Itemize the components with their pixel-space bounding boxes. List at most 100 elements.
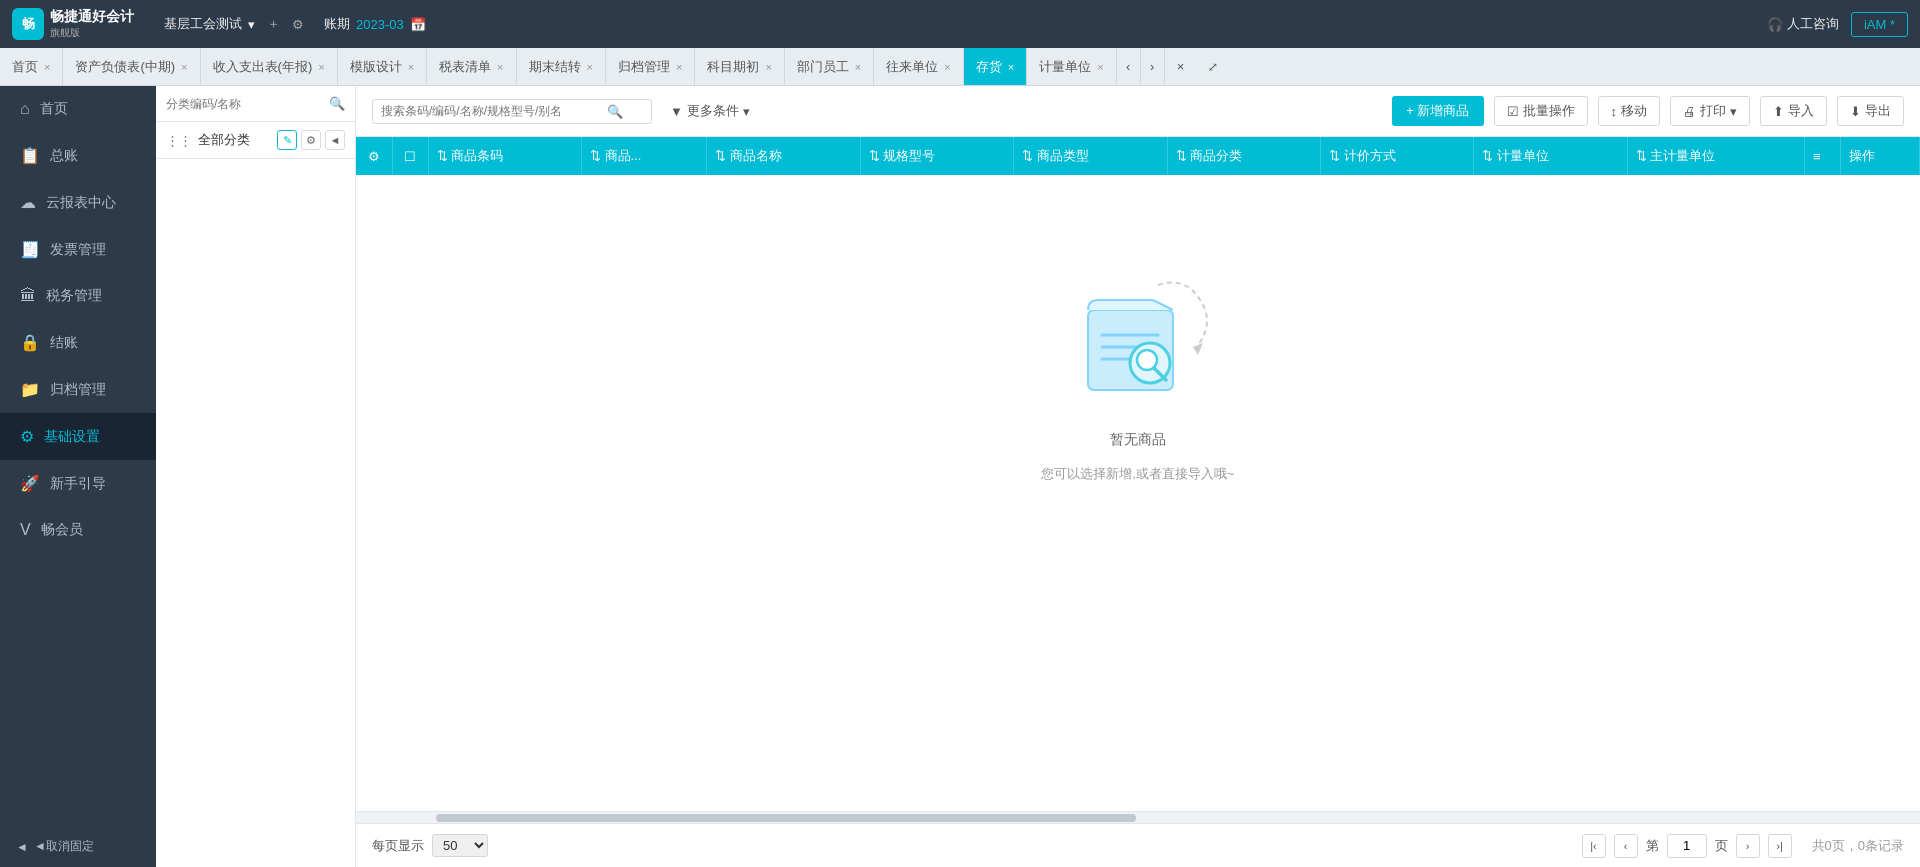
tab-expand-btn[interactable]: ⤢	[1197, 48, 1229, 86]
company-selector[interactable]: 基层工会测试 ▾	[164, 15, 255, 33]
sidebar-item-home[interactable]: ⌂ 首页	[0, 86, 156, 132]
tab-template-close[interactable]: ×	[408, 61, 414, 73]
top-header: 畅 畅捷通好会计 旗舰版 基层工会测试 ▾ ＋ ⚙ 账期 2023-03 📅 🎧…	[0, 0, 1920, 48]
tab-archive-close[interactable]: ×	[676, 61, 682, 73]
th-main-unit[interactable]: ⇅ 主计量单位	[1627, 137, 1804, 175]
settings-icon[interactable]: ⚙	[292, 17, 304, 32]
next-page-btn[interactable]: ›	[1736, 834, 1760, 858]
tab-subject-close[interactable]: ×	[765, 61, 771, 73]
print-btn[interactable]: 🖨 打印 ▾	[1670, 96, 1750, 126]
period-value[interactable]: 2023-03	[356, 17, 404, 32]
tab-subject[interactable]: 科目期初 ×	[695, 48, 784, 86]
tab-period-close[interactable]: ×	[587, 61, 593, 73]
tab-home-close[interactable]: ×	[44, 61, 50, 73]
category-collapse-btn[interactable]: ◄	[325, 130, 345, 150]
th-category[interactable]: ⇅ 商品分类	[1167, 137, 1320, 175]
tab-close-all-btn[interactable]: ×	[1165, 48, 1197, 86]
per-page-label: 每页显示	[372, 837, 424, 855]
sidebar-item-guide[interactable]: 🚀 新手引导	[0, 460, 156, 507]
add-product-btn[interactable]: + 新增商品	[1392, 96, 1483, 126]
sidebar-item-ledger[interactable]: 📋 总账	[0, 132, 156, 179]
tab-taxclear-close[interactable]: ×	[497, 61, 503, 73]
account-btn[interactable]: iAM *	[1851, 12, 1908, 37]
sidebar-item-settings[interactable]: ⚙ 基础设置	[0, 413, 156, 460]
tab-partner[interactable]: 往来单位 ×	[874, 48, 963, 86]
th-unit-sort: ⇅	[1482, 148, 1493, 163]
batch-btn[interactable]: ☑ 批量操作	[1494, 96, 1588, 126]
tab-period-label: 期末结转	[529, 58, 581, 76]
th-code[interactable]: ⇅ 商品...	[581, 137, 707, 175]
all-category-label[interactable]: 全部分类	[198, 131, 250, 149]
tab-balance-label: 资产负债表(中期)	[75, 58, 175, 76]
sidebar-invoice-label: 发票管理	[50, 241, 106, 259]
th-unit[interactable]: ⇅ 计量单位	[1474, 137, 1627, 175]
search-input[interactable]	[381, 104, 601, 118]
tab-balance-close[interactable]: ×	[181, 61, 187, 73]
sidebar-item-vip[interactable]: V 畅会员	[0, 507, 156, 553]
last-page-btn[interactable]: ›|	[1768, 834, 1792, 858]
add-company-btn[interactable]: ＋	[267, 15, 280, 33]
tab-income[interactable]: 收入支出表(年报) ×	[201, 48, 338, 86]
th-check[interactable]: ☐	[392, 137, 428, 175]
toolbar-right: + 新增商品 ☑ 批量操作 ↕ 移动 🖨 打印 ▾	[1392, 96, 1904, 126]
import-btn[interactable]: ⬆ 导入	[1760, 96, 1827, 126]
th-name[interactable]: ⇅ 商品名称	[707, 137, 860, 175]
tab-unit[interactable]: 计量单位 ×	[1027, 48, 1116, 86]
category-settings-btn[interactable]: ⚙	[301, 130, 321, 150]
category-header: ⋮⋮ 全部分类 ✎ ⚙ ◄	[156, 122, 355, 159]
sidebar-item-reports[interactable]: ☁ 云报表中心	[0, 179, 156, 226]
tab-archive[interactable]: 归档管理 ×	[606, 48, 695, 86]
empty-state: 暂无商品 您可以选择新增,或者直接导入哦~	[356, 175, 1920, 563]
service-btn[interactable]: 🎧 人工咨询	[1767, 15, 1839, 33]
tab-dept[interactable]: 部门员工 ×	[785, 48, 874, 86]
tab-prev-btn[interactable]: ‹	[1117, 48, 1141, 86]
move-btn[interactable]: ↕ 移动	[1598, 96, 1661, 126]
tab-inventory[interactable]: 存货 ×	[964, 48, 1027, 86]
tab-home[interactable]: 首页 ×	[0, 48, 63, 86]
category-action-icons: ✎ ⚙ ◄	[277, 130, 345, 150]
th-price-method[interactable]: ⇅ 计价方式	[1321, 137, 1474, 175]
th-config[interactable]: ⚙	[356, 137, 392, 175]
sidebar-item-invoice[interactable]: 🧾 发票管理	[0, 226, 156, 273]
page-input[interactable]	[1667, 834, 1707, 858]
tab-income-close[interactable]: ×	[318, 61, 324, 73]
tab-dept-close[interactable]: ×	[855, 61, 861, 73]
tab-bar: 首页 × 资产负债表(中期) × 收入支出表(年报) × 模版设计 × 税表清单…	[0, 48, 1920, 86]
per-page-select[interactable]: 50 20 100	[432, 834, 488, 857]
th-spec-sort: ⇅	[869, 148, 880, 163]
headset-icon: 🎧	[1767, 17, 1783, 32]
sidebar-item-close[interactable]: 🔒 结账	[0, 319, 156, 366]
th-price-sort: ⇅	[1329, 148, 1340, 163]
prev-page-btn[interactable]: ‹	[1614, 834, 1638, 858]
th-spec[interactable]: ⇅ 规格型号	[860, 137, 1013, 175]
sidebar-item-tax[interactable]: 🏛 税务管理	[0, 273, 156, 319]
export-btn[interactable]: ⬇ 导出	[1837, 96, 1904, 126]
horizontal-scrollbar[interactable]	[356, 811, 1920, 823]
first-page-btn[interactable]: |‹	[1582, 834, 1606, 858]
search-icon[interactable]: 🔍	[607, 104, 623, 119]
tab-period[interactable]: 期末结转 ×	[517, 48, 606, 86]
sidebar-unpin-btn[interactable]: ◄ ◄取消固定	[0, 826, 156, 867]
close-books-icon: 🔒	[20, 333, 40, 352]
category-search-icon[interactable]: 🔍	[329, 96, 345, 111]
scrollbar-thumb[interactable]	[436, 814, 1136, 822]
logo-area: 畅 畅捷通好会计 旗舰版	[12, 8, 152, 40]
inner-layout: 🔍 ⋮⋮ 全部分类 ✎ ⚙ ◄ �	[156, 86, 1920, 867]
th-col3[interactable]: ≡	[1805, 137, 1841, 175]
tab-partner-close[interactable]: ×	[944, 61, 950, 73]
th-barcode[interactable]: ⇅ 商品条码	[428, 137, 581, 175]
category-search-input[interactable]	[166, 97, 323, 111]
tab-balance[interactable]: 资产负债表(中期) ×	[63, 48, 200, 86]
filter-btn[interactable]: ▼ 更多条件 ▾	[662, 98, 758, 124]
sidebar-item-archive[interactable]: 📁 归档管理	[0, 366, 156, 413]
th-type[interactable]: ⇅ 商品类型	[1014, 137, 1167, 175]
export-icon: ⬇	[1850, 104, 1861, 119]
main-layout: ⌂ 首页 📋 总账 ☁ 云报表中心 🧾 发票管理 🏛 税务管理 🔒 结账 📁 归…	[0, 86, 1920, 867]
tab-unit-close[interactable]: ×	[1097, 61, 1103, 73]
tab-template[interactable]: 模版设计 ×	[338, 48, 427, 86]
category-edit-btn[interactable]: ✎	[277, 130, 297, 150]
tab-inventory-close[interactable]: ×	[1008, 61, 1014, 73]
tab-next-btn[interactable]: ›	[1141, 48, 1165, 86]
calendar-icon[interactable]: 📅	[410, 17, 426, 32]
tab-taxclear[interactable]: 税表清单 ×	[427, 48, 516, 86]
